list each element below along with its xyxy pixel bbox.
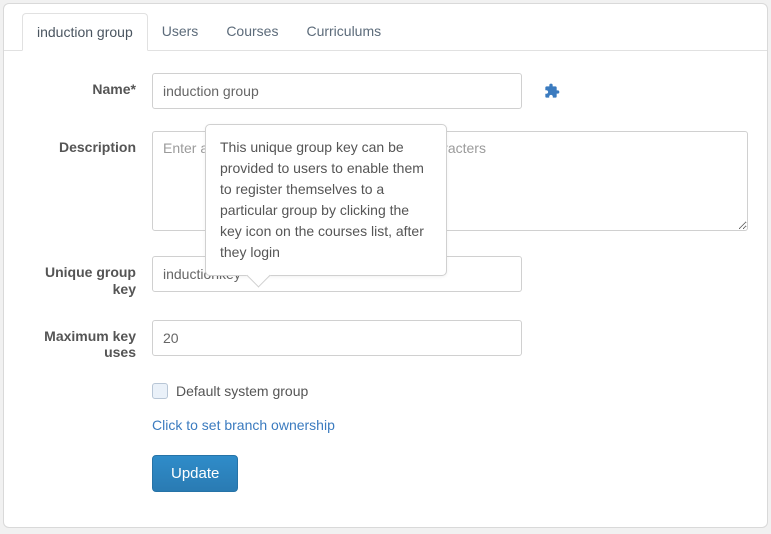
group-form: Name* Description Unique group key Maxim… [4,51,767,510]
tab-users[interactable]: Users [148,13,213,51]
description-label: Description [22,131,152,156]
name-label: Name* [22,73,152,98]
tab-courses[interactable]: Courses [212,13,292,51]
unique-key-label: Unique group key [22,256,152,298]
default-group-checkbox[interactable] [152,383,168,399]
tooltip-text: This unique group key can be provided to… [220,139,424,260]
tab-bar: induction group Users Courses Curriculum… [4,12,767,51]
tab-curriculums[interactable]: Curriculums [292,13,395,51]
branch-ownership-link[interactable]: Click to set branch ownership [152,417,335,433]
tab-induction-group[interactable]: induction group [22,13,148,51]
puzzle-icon[interactable] [544,83,560,102]
max-uses-label: Maximum key uses [22,320,152,362]
group-edit-panel: induction group Users Courses Curriculum… [3,3,768,528]
max-uses-input[interactable] [152,320,522,356]
default-group-label: Default system group [176,383,308,399]
update-button[interactable]: Update [152,455,238,492]
unique-key-tooltip: This unique group key can be provided to… [205,124,447,276]
name-input[interactable] [152,73,522,109]
